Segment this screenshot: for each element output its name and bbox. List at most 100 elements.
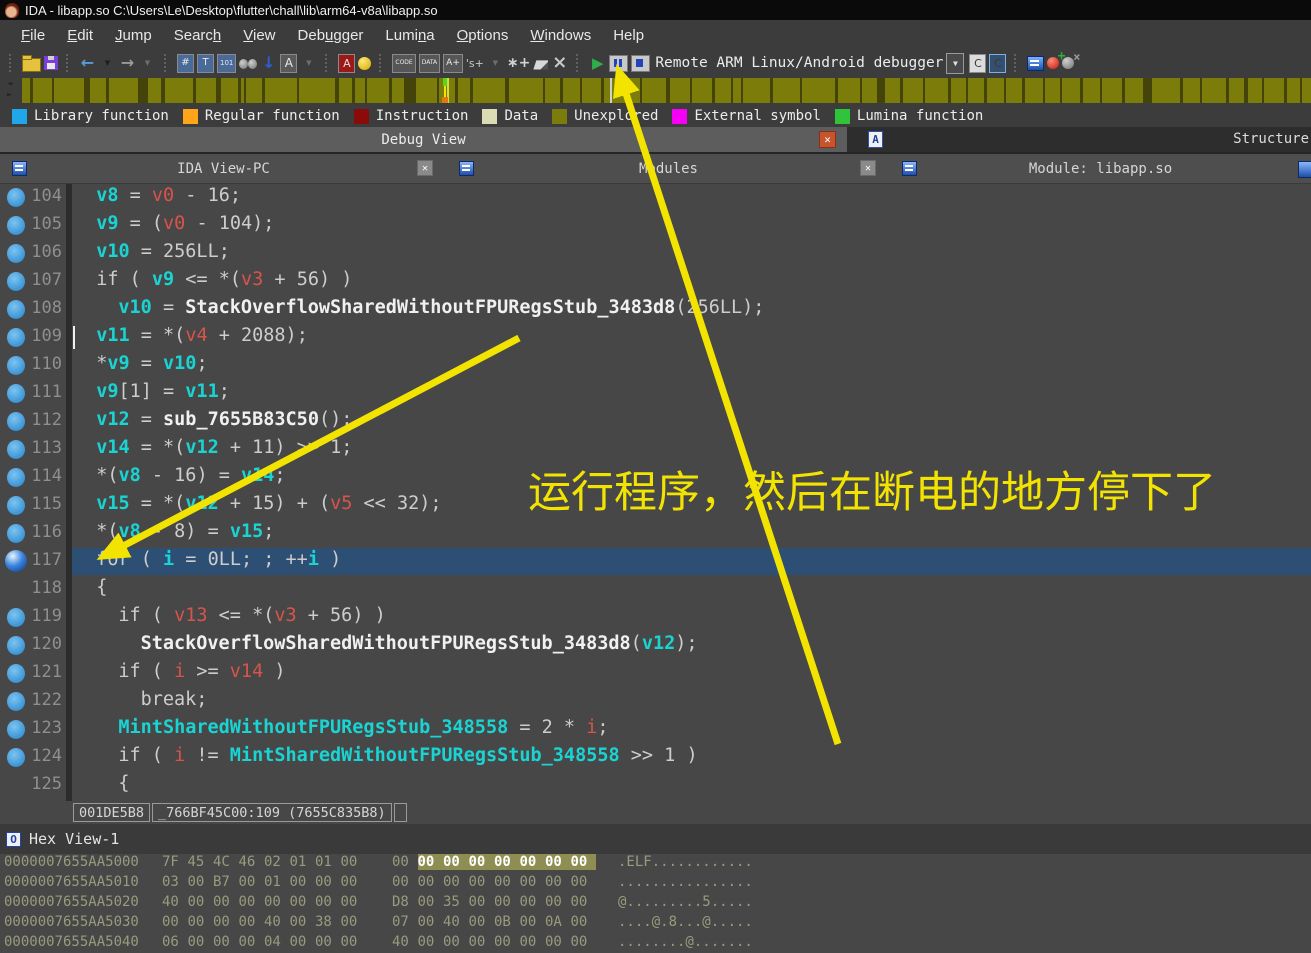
hex-row[interactable]: 0000007655AA5010 03 00 B7 00 01 00 00 00 00 00 00 00… xyxy=(0,874,1311,894)
hex-byte[interactable]: 00 xyxy=(341,854,367,870)
code-text[interactable]: if ( i != MintSharedWithoutFPURegsStub_3… xyxy=(74,745,697,766)
hex-byte[interactable]: 4C xyxy=(213,854,239,870)
code-line-104[interactable]: 104 v8 = v0 - 16; xyxy=(0,184,1311,212)
hex-byte[interactable]: 00 xyxy=(392,874,418,890)
hex-byte[interactable]: 00 xyxy=(290,894,316,910)
code-line-108[interactable]: 108 v10 = StackOverflowSharedWithoutFPURe… xyxy=(0,296,1311,324)
make-data-button[interactable]: DATA xyxy=(418,53,441,73)
set-colors-button[interactable]: A xyxy=(338,53,356,73)
hex-byte[interactable]: 00 xyxy=(570,854,596,870)
make-string-button[interactable]: 's+ xyxy=(466,54,484,73)
undefine-button[interactable]: × xyxy=(551,54,568,73)
breakpoint-dot-icon[interactable] xyxy=(7,188,25,207)
code-line-118[interactable]: 118 { xyxy=(0,576,1311,604)
hex-byte[interactable]: D8 xyxy=(392,894,418,910)
hex-byte[interactable]: 00 xyxy=(392,854,418,870)
code-line-119[interactable]: 119 if ( v13 <= *(v3 + 56) ) xyxy=(0,604,1311,632)
tab-structure[interactable]: Structure xyxy=(1233,131,1309,147)
breakpoint-dot-icon[interactable] xyxy=(7,300,25,319)
continue-process-button[interactable]: ▶ xyxy=(589,54,606,73)
caption-close-icon[interactable]: ✕ xyxy=(417,160,433,176)
hex-byte[interactable]: 00 xyxy=(188,874,214,890)
hex-byte[interactable]: 00 xyxy=(188,934,214,950)
hex-byte[interactable]: 00 xyxy=(468,854,494,870)
menu-lumina[interactable]: Lumina xyxy=(374,24,445,47)
breakpoint-dot-icon[interactable] xyxy=(7,468,25,487)
hex-byte[interactable]: 02 xyxy=(264,854,290,870)
hex-row[interactable]: 0000007655AA5030 00 00 00 00 40 00 38 00 07 00 40 00… xyxy=(0,914,1311,934)
debug-view-close-icon[interactable]: ✕ xyxy=(819,131,836,148)
code-line-110[interactable]: 110 *v9 = v10; xyxy=(0,352,1311,380)
hex-byte[interactable]: 00 xyxy=(188,894,214,910)
menu-help[interactable]: Help xyxy=(602,24,655,47)
hex-byte[interactable]: 00 xyxy=(443,874,469,890)
code-line-105[interactable]: 105 v9 = (v0 - 104); xyxy=(0,212,1311,240)
edit-function-button[interactable] xyxy=(533,60,549,70)
code-line-113[interactable]: 113 v14 = *(v12 + 11) >> 1; xyxy=(0,436,1311,464)
code-line-121[interactable]: 121 if ( i >= v14 ) xyxy=(0,660,1311,688)
hex-byte[interactable]: 00 xyxy=(239,934,265,950)
code-line-115[interactable]: 115 v15 = *(v12 + 15) + (v5 << 32); xyxy=(0,492,1311,520)
make-string-dropdown[interactable]: ▼ xyxy=(487,54,504,73)
save-file-button[interactable] xyxy=(44,56,58,70)
hex-row[interactable]: 0000007655AA5040 06 00 00 00 04 00 00 00 40 00 00 00… xyxy=(0,934,1311,953)
code-line-107[interactable]: 107 if ( v9 <= *(v3 + 56) ) xyxy=(0,268,1311,296)
hex-byte[interactable]: 00 xyxy=(545,934,571,950)
code-text[interactable]: for ( i = 0LL; ; ++i ) xyxy=(74,549,341,570)
hex-byte[interactable]: 46 xyxy=(239,854,265,870)
hex-byte[interactable]: 00 xyxy=(494,894,520,910)
menu-edit[interactable]: Edit xyxy=(56,24,104,47)
hex-byte[interactable]: 00 xyxy=(341,894,367,910)
hex-byte[interactable]: 00 xyxy=(290,914,316,930)
caption-close-icon[interactable]: ✕ xyxy=(860,160,876,176)
pseudocode-view[interactable]: 104 v8 = v0 - 16; 105 v9 = (v0 - 104); 106 v1… xyxy=(0,184,1311,801)
code-line-106[interactable]: 106 v10 = 256LL; xyxy=(0,240,1311,268)
breakpoint-dot-icon[interactable] xyxy=(7,440,25,459)
structures-tab-icon[interactable]: A xyxy=(868,131,883,148)
suspend-process-button[interactable] xyxy=(609,54,629,72)
code-line-116[interactable]: 116 *(v8 - 8) = v15; xyxy=(0,520,1311,548)
code-text[interactable]: StackOverflowSharedWithoutFPURegsStub_34… xyxy=(74,633,698,654)
jump-name-button[interactable]: T xyxy=(197,53,214,73)
code-text[interactable]: v9[1] = v11; xyxy=(74,381,230,402)
code-text[interactable]: v8 = v0 - 16; xyxy=(74,185,241,206)
hex-byte[interactable]: 07 xyxy=(392,914,418,930)
hex-byte[interactable]: 45 xyxy=(188,854,214,870)
navband-right-arrow-icon[interactable]: ► xyxy=(7,91,12,100)
hex-byte[interactable]: 00 xyxy=(469,934,495,950)
breakpoint-dot-icon[interactable] xyxy=(7,608,25,627)
hex-byte[interactable]: 00 xyxy=(341,914,367,930)
hex-byte[interactable]: 00 xyxy=(545,894,571,910)
hex-view-header[interactable]: O Hex View-1 xyxy=(0,824,1311,854)
hex-byte[interactable]: 00 xyxy=(520,894,546,910)
breakpoint-dot-icon[interactable] xyxy=(7,356,25,375)
breakpoint-dot-icon[interactable] xyxy=(7,216,25,235)
hex-byte[interactable]: 00 xyxy=(341,934,367,950)
caption-row-right-icon[interactable] xyxy=(1298,161,1311,178)
code-text[interactable]: *v9 = v10; xyxy=(74,353,207,374)
hex-byte[interactable]: 00 xyxy=(469,914,495,930)
code-text[interactable]: { xyxy=(74,773,129,794)
hex-byte[interactable]: 00 xyxy=(519,854,545,870)
code-line-123[interactable]: 123 MintSharedWithoutFPURegsStub_348558 =… xyxy=(0,716,1311,744)
hex-byte[interactable]: 04 xyxy=(264,934,290,950)
hex-byte[interactable]: 00 xyxy=(188,914,214,930)
code-line-112[interactable]: 112 v12 = sub_7655B83C50(); xyxy=(0,408,1311,436)
code-text[interactable]: v9 = (v0 - 104); xyxy=(74,213,274,234)
hex-byte[interactable]: 00 xyxy=(418,914,444,930)
menu-options[interactable]: Options xyxy=(446,24,520,47)
modules-caption[interactable]: Modules ✕ xyxy=(447,154,890,183)
hex-byte[interactable]: 00 xyxy=(520,934,546,950)
ida-view-pc-caption[interactable]: IDA View-PC ✕ xyxy=(0,154,447,183)
hex-byte[interactable]: 00 xyxy=(469,874,495,890)
search-button[interactable] xyxy=(239,58,258,70)
breakpoint-dot-icon[interactable] xyxy=(7,748,25,767)
code-text[interactable]: v15 = *(v12 + 15) + (v5 << 32); xyxy=(74,493,441,514)
code-text[interactable]: v10 = 256LL; xyxy=(74,241,230,262)
hex-byte[interactable]: 00 xyxy=(290,934,316,950)
breakpoint-dot-icon[interactable] xyxy=(7,272,25,291)
hex-byte[interactable]: 00 xyxy=(418,894,444,910)
code-text[interactable]: if ( i >= v14 ) xyxy=(74,661,285,682)
hex-byte[interactable]: 00 xyxy=(264,894,290,910)
hex-byte[interactable]: 40 xyxy=(162,894,188,910)
